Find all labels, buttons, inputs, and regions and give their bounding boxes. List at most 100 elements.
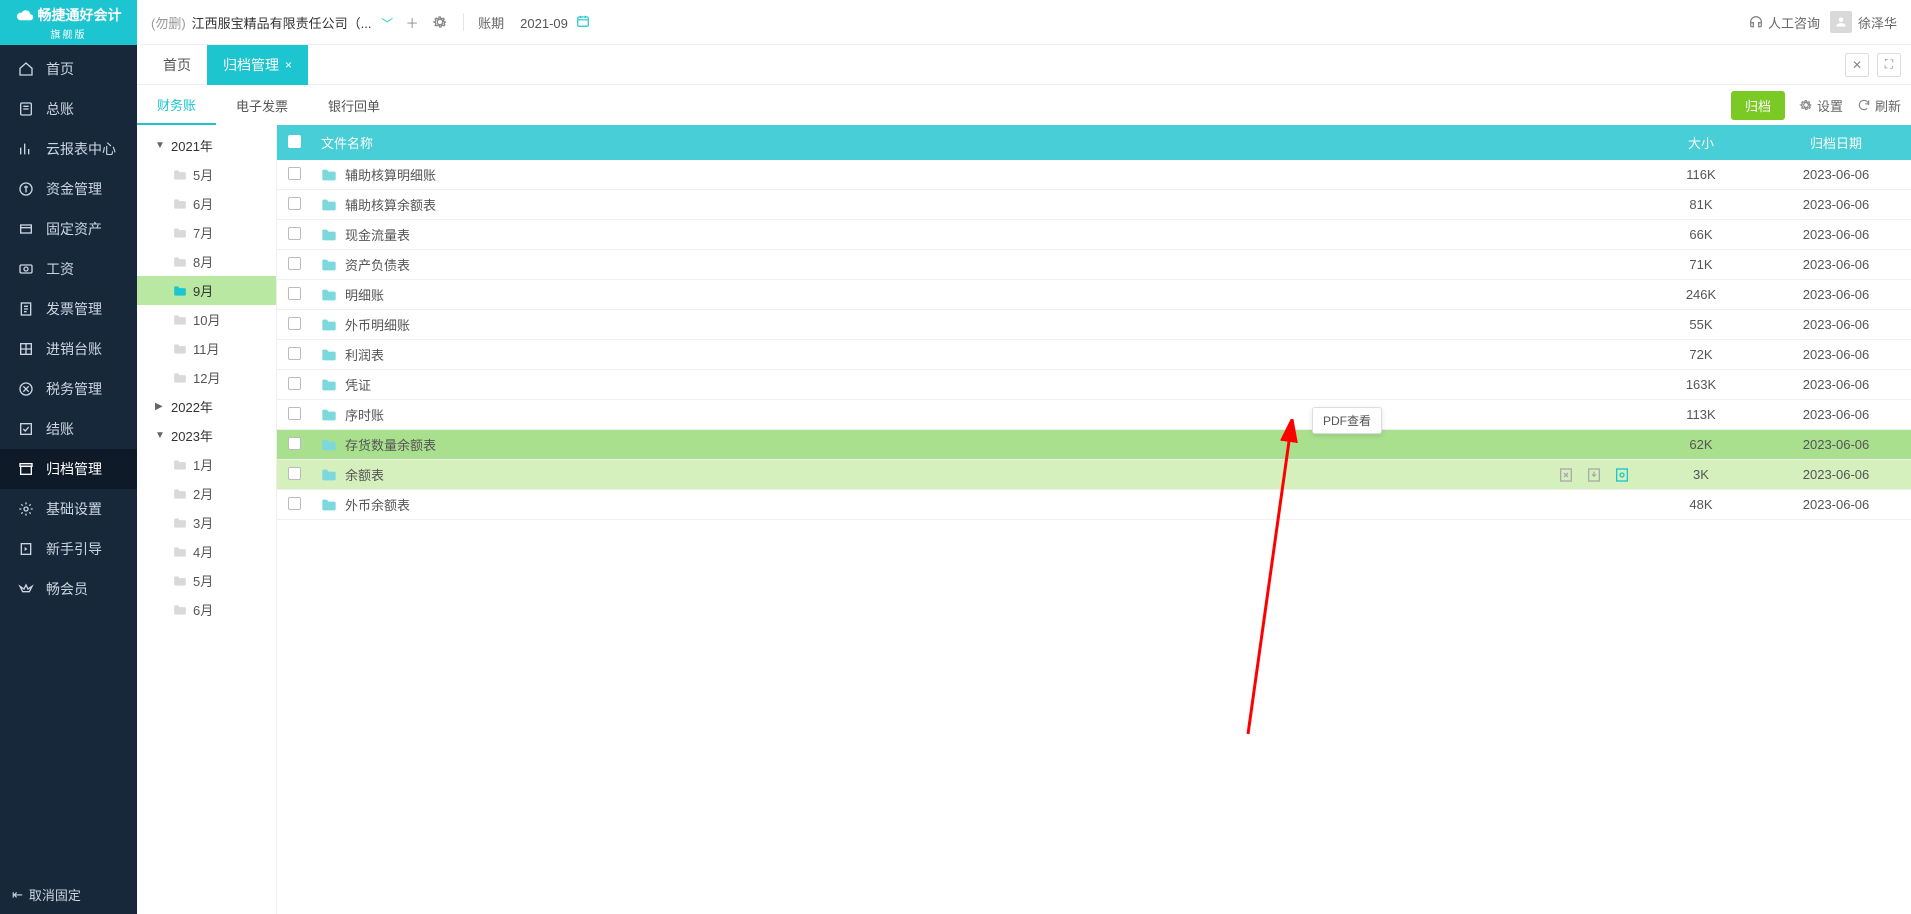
file-name: 利润表 xyxy=(345,345,384,364)
table-row[interactable]: 现金流量表 66K 2023-06-06 xyxy=(277,220,1911,250)
table-row[interactable]: 外币明细账 55K 2023-06-06 xyxy=(277,310,1911,340)
table-row[interactable]: 辅助核算余额表 81K 2023-06-06 xyxy=(277,190,1911,220)
row-checkbox[interactable] xyxy=(277,370,311,400)
tree-month[interactable]: 4月 xyxy=(137,537,276,566)
tree-month[interactable]: 2月 xyxy=(137,479,276,508)
support-link[interactable]: 人工咨询 xyxy=(1748,13,1820,32)
table-row[interactable]: 余额表 3K 2023-06-06 xyxy=(277,460,1911,490)
nav-item-money[interactable]: 资金管理 xyxy=(0,169,137,209)
cell-size: 81K xyxy=(1641,190,1761,220)
tree-month[interactable]: 12月 xyxy=(137,363,276,392)
tree-year[interactable]: ▶2022年 xyxy=(137,392,276,421)
file-name: 辅助核算明细账 xyxy=(345,165,436,184)
tree-month-label: 12月 xyxy=(193,368,220,387)
folder-icon xyxy=(321,438,337,452)
row-checkbox[interactable] xyxy=(277,460,311,490)
table-row[interactable]: 序时账 113K 2023-06-06 xyxy=(277,400,1911,430)
cell-date: 2023-06-06 xyxy=(1761,430,1911,460)
table-row[interactable]: 外币余额表 48K 2023-06-06 xyxy=(277,490,1911,520)
nav-item-vip[interactable]: 畅会员 xyxy=(0,569,137,609)
table-row[interactable]: 利润表 72K 2023-06-06 xyxy=(277,340,1911,370)
home-icon xyxy=(18,61,34,77)
nav-item-invoice[interactable]: 发票管理 xyxy=(0,289,137,329)
tree-month[interactable]: 6月 xyxy=(137,595,276,624)
row-checkbox[interactable] xyxy=(277,250,311,280)
sidebar-unpin[interactable]: ⇤ 取消固定 xyxy=(0,875,137,914)
row-checkbox[interactable] xyxy=(277,160,311,190)
tree-month[interactable]: 6月 xyxy=(137,189,276,218)
nav-item-label: 畅会员 xyxy=(46,579,88,599)
cell-size: 3K xyxy=(1641,460,1761,490)
file-table: 文件名称 大小 归档日期 辅助核算明细账 116K 2023-06-06 xyxy=(277,125,1911,520)
user-menu[interactable]: 徐泽华 xyxy=(1830,11,1897,33)
nav-item-stock[interactable]: 进销台账 xyxy=(0,329,137,369)
nav-item-label: 新手引导 xyxy=(46,539,102,559)
file-name: 外币明细账 xyxy=(345,315,410,334)
tree-month[interactable]: 8月 xyxy=(137,247,276,276)
row-checkbox[interactable] xyxy=(277,220,311,250)
tab-label: 归档管理 xyxy=(223,55,279,75)
nav-item-setting[interactable]: 基础设置 xyxy=(0,489,137,529)
subtab[interactable]: 银行回单 xyxy=(308,85,400,125)
nav-item-asset[interactable]: 固定资产 xyxy=(0,209,137,249)
tree-month[interactable]: 9月 xyxy=(137,276,276,305)
tree-month[interactable]: 5月 xyxy=(137,160,276,189)
row-checkbox[interactable] xyxy=(277,340,311,370)
table-row[interactable]: 辅助核算明细账 116K 2023-06-06 xyxy=(277,160,1911,190)
fullscreen-button[interactable]: ⛶ xyxy=(1877,53,1901,77)
col-header-checkbox[interactable] xyxy=(277,125,311,160)
calendar-icon xyxy=(576,16,590,31)
nav-item-chart[interactable]: 云报表中心 xyxy=(0,129,137,169)
download-pdf-icon[interactable] xyxy=(1585,466,1603,484)
nav-item-salary[interactable]: 工资 xyxy=(0,249,137,289)
row-checkbox[interactable] xyxy=(277,310,311,340)
tree-month[interactable]: 5月 xyxy=(137,566,276,595)
nav-item-home[interactable]: 首页 xyxy=(0,49,137,89)
settings-link[interactable]: 设置 xyxy=(1799,96,1843,115)
close-icon[interactable]: × xyxy=(285,58,292,72)
nav-item-archive[interactable]: 归档管理 xyxy=(0,449,137,489)
nav-item-guide[interactable]: 新手引导 xyxy=(0,529,137,569)
nav-item-tax[interactable]: 税务管理 xyxy=(0,369,137,409)
tab[interactable]: 首页 xyxy=(147,45,207,85)
row-checkbox[interactable] xyxy=(277,400,311,430)
row-checkbox[interactable] xyxy=(277,430,311,460)
table-row[interactable]: 资产负债表 71K 2023-06-06 xyxy=(277,250,1911,280)
folder-icon xyxy=(321,258,337,272)
row-checkbox[interactable] xyxy=(277,190,311,220)
cell-size: 246K xyxy=(1641,280,1761,310)
download-excel-icon[interactable] xyxy=(1557,466,1575,484)
person-icon xyxy=(1834,15,1848,29)
period-picker[interactable]: 2021-09 xyxy=(520,14,589,31)
cloud-icon xyxy=(16,8,34,22)
nav-item-close[interactable]: 结账 xyxy=(0,409,137,449)
cell-name: 明细账 xyxy=(311,280,1641,310)
add-company-button[interactable]: ＋ xyxy=(403,13,421,31)
row-checkbox[interactable] xyxy=(277,280,311,310)
archive-button[interactable]: 归档 xyxy=(1731,91,1785,120)
tree-month[interactable]: 3月 xyxy=(137,508,276,537)
nav-item-ledger[interactable]: 总账 xyxy=(0,89,137,129)
view-pdf-icon[interactable] xyxy=(1613,466,1631,484)
close-tab-button[interactable]: ✕ xyxy=(1845,53,1869,77)
tab[interactable]: 归档管理 × xyxy=(207,45,308,85)
tree-month[interactable]: 7月 xyxy=(137,218,276,247)
table-row[interactable]: 凭证 163K 2023-06-06 xyxy=(277,370,1911,400)
subtab[interactable]: 电子发票 xyxy=(216,85,308,125)
tree-month[interactable]: 10月 xyxy=(137,305,276,334)
refresh-link[interactable]: 刷新 xyxy=(1857,96,1901,115)
row-checkbox[interactable] xyxy=(277,490,311,520)
table-row[interactable]: 存货数量余额表 62K 2023-06-06 xyxy=(277,430,1911,460)
company-selector[interactable]: (勿删)江西服宝精品有限责任公司（... ﹀ xyxy=(151,13,393,32)
folder-icon xyxy=(321,408,337,422)
table-row[interactable]: 明细账 246K 2023-06-06 xyxy=(277,280,1911,310)
company-settings-button[interactable] xyxy=(431,13,449,31)
company-prefix: (勿删) xyxy=(151,16,186,31)
tree-month[interactable]: 11月 xyxy=(137,334,276,363)
caret-down-icon: ▼ xyxy=(155,140,165,151)
subtab[interactable]: 财务账 xyxy=(137,85,216,125)
tree-year[interactable]: ▼2023年 xyxy=(137,421,276,450)
nav-item-label: 基础设置 xyxy=(46,499,102,519)
tree-year[interactable]: ▼2021年 xyxy=(137,131,276,160)
tree-month[interactable]: 1月 xyxy=(137,450,276,479)
